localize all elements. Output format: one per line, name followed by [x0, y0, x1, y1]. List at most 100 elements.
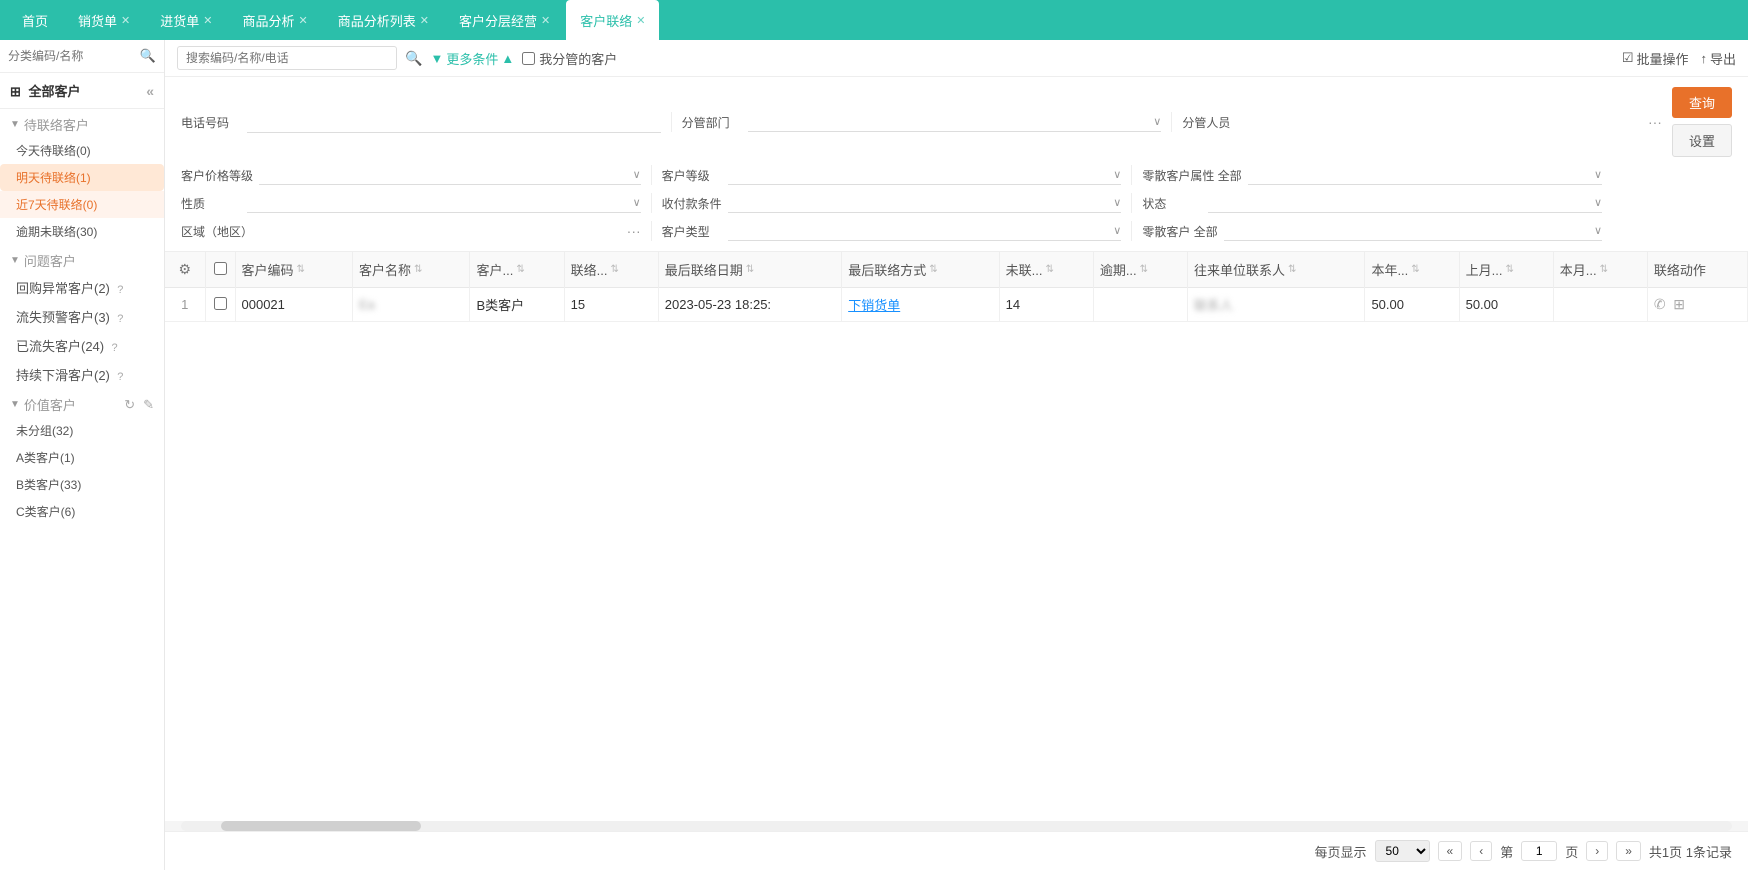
col-gear[interactable]: ⚙: [165, 252, 205, 288]
nav-product-analysis[interactable]: 商品分析 ✕: [228, 0, 321, 40]
sort-icon-overdue[interactable]: ⇅: [1140, 264, 1148, 275]
sort-icon-method[interactable]: ⇅: [929, 264, 937, 275]
sidebar-item-churn-warning[interactable]: 流失预警客户(3) ?: [0, 302, 164, 331]
col-uncontacted[interactable]: 未联... ⇅: [999, 252, 1093, 288]
cell-check[interactable]: [205, 288, 235, 322]
price-level-select[interactable]: ∨: [259, 165, 641, 185]
sidebar-item-overdue[interactable]: 逾期未联络(30): [0, 218, 164, 245]
person-dots[interactable]: ···: [1648, 114, 1662, 130]
checkbox-icon: ☑: [1622, 50, 1634, 66]
nav-sales[interactable]: 销货单 ✕: [64, 0, 144, 40]
sort-icon-date[interactable]: ⇅: [746, 264, 754, 275]
search-input[interactable]: [177, 46, 397, 70]
sort-icon-code[interactable]: ⇅: [297, 264, 305, 275]
sidebar-search-input[interactable]: [8, 49, 136, 63]
col-last-date[interactable]: 最后联络日期 ⇅: [658, 252, 841, 288]
cell-last-method[interactable]: 下销货单: [842, 288, 999, 322]
status-select[interactable]: ∨: [1208, 193, 1602, 213]
nav-customer-layering-close[interactable]: ✕: [541, 14, 550, 27]
prev-page-button[interactable]: ‹: [1470, 841, 1492, 861]
horizontal-scrollbar[interactable]: [181, 821, 1732, 831]
sidebar-item-declining[interactable]: 持续下滑客户(2) ?: [0, 360, 164, 389]
sidebar-item-ungrouped[interactable]: 未分组(32): [0, 417, 164, 444]
col-overdue[interactable]: 逾期... ⇅: [1093, 252, 1187, 288]
sidebar-item-7days[interactable]: 近7天待联络(0): [0, 191, 164, 218]
batch-ops-button[interactable]: ☑ 批量操作: [1622, 49, 1689, 68]
sort-icon-contacts2[interactable]: ⇅: [1288, 264, 1296, 275]
my-customers-checkbox[interactable]: [522, 52, 535, 65]
section-arrow-icon3: ▼: [10, 399, 20, 410]
customer-type-select[interactable]: ∨: [728, 221, 1122, 241]
first-page-button[interactable]: «: [1438, 841, 1463, 861]
filter-customer-level: 客户等级 ∨: [662, 165, 1122, 185]
last-page-button[interactable]: »: [1616, 841, 1641, 861]
nav-product-analysis-list[interactable]: 商品分析列表 ✕: [324, 0, 443, 40]
nav-customer-layering[interactable]: 客户分层经营 ✕: [445, 0, 564, 40]
sidebar-all-customers[interactable]: ⊞ 全部客户 «: [0, 73, 164, 109]
my-customers-checkbox-label[interactable]: 我分管的客户: [522, 49, 617, 68]
sort-icon-last-month[interactable]: ⇅: [1505, 264, 1513, 275]
row-checkbox[interactable]: [214, 297, 227, 310]
col-code[interactable]: 客户编码 ⇅: [235, 252, 352, 288]
more-conditions-button[interactable]: ▼ 更多条件 ▲: [430, 49, 514, 68]
phone-input[interactable]: [247, 112, 661, 133]
sidebar-collapse-icon[interactable]: «: [146, 83, 154, 99]
nav-purchase-close[interactable]: ✕: [203, 14, 212, 27]
dept-select[interactable]: ∨: [748, 112, 1162, 132]
payment-select[interactable]: ∨: [728, 193, 1122, 213]
nav-purchase[interactable]: 进货单 ✕: [146, 0, 226, 40]
col-contacts[interactable]: 联络... ⇅: [564, 252, 658, 288]
adv-filter-panel: 电话号码 分管部门 ∨ 分管人员 ··· 查询 设置: [165, 77, 1748, 252]
sidebar-search-icon[interactable]: 🔍: [140, 48, 156, 64]
nav-product-list-close[interactable]: ✕: [420, 14, 429, 27]
last-method-link[interactable]: 下销货单: [848, 298, 900, 313]
sort-icon-year[interactable]: ⇅: [1411, 264, 1419, 275]
sidebar-item-abnormal[interactable]: 回购异常客户(2) ?: [0, 273, 164, 302]
page-size-label: 每页显示: [1315, 842, 1367, 861]
call-action-icon[interactable]: ✆: [1654, 296, 1666, 312]
select-all-checkbox[interactable]: [214, 262, 227, 275]
nav-sales-close[interactable]: ✕: [121, 14, 130, 27]
settings-button[interactable]: 设置: [1672, 124, 1732, 157]
nav-product-analysis-close[interactable]: ✕: [299, 14, 308, 27]
page-number-input[interactable]: [1521, 841, 1557, 861]
filter-phone: 电话号码: [181, 112, 661, 133]
nav-home[interactable]: 首页: [8, 0, 62, 40]
col-this-year[interactable]: 本年... ⇅: [1365, 252, 1459, 288]
retail-attr-select[interactable]: ∨: [1248, 165, 1602, 185]
search-button[interactable]: 🔍: [405, 50, 422, 67]
col-this-month[interactable]: 本月... ⇅: [1553, 252, 1647, 288]
scrollbar-thumb[interactable]: [221, 821, 421, 831]
divider3: [651, 165, 652, 185]
nature-select[interactable]: ∨: [247, 193, 641, 213]
col-check[interactable]: [205, 252, 235, 288]
sort-icon-uncontacted[interactable]: ⇅: [1046, 264, 1054, 275]
sidebar-item-class-b[interactable]: B类客户(33): [0, 471, 164, 498]
col-last-method[interactable]: 最后联络方式 ⇅: [842, 252, 999, 288]
sort-icon-this-month[interactable]: ⇅: [1600, 264, 1608, 275]
col-contacts2[interactable]: 往来单位联系人 ⇅: [1187, 252, 1364, 288]
retail-customer-select[interactable]: ∨: [1224, 221, 1602, 241]
nav-customer-contact[interactable]: 客户联络 ✕: [566, 0, 659, 40]
query-button[interactable]: 查询: [1672, 87, 1732, 118]
sort-icon-name[interactable]: ⇅: [414, 264, 422, 275]
sort-icon-contacts[interactable]: ⇅: [610, 264, 618, 275]
sort-icon-type[interactable]: ⇅: [516, 264, 524, 275]
gear-icon[interactable]: ⚙: [178, 261, 191, 277]
sidebar-item-today[interactable]: 今天待联络(0): [0, 137, 164, 164]
page-size-select[interactable]: 50 20 100: [1375, 840, 1430, 862]
nav-customer-contact-close[interactable]: ✕: [636, 14, 645, 27]
sidebar-item-class-a[interactable]: A类客户(1): [0, 444, 164, 471]
sidebar-item-class-c[interactable]: C类客户(6): [0, 498, 164, 525]
grid-action-icon[interactable]: ⊞: [1673, 296, 1685, 312]
sidebar-item-tomorrow[interactable]: 明天待联络(1): [0, 164, 164, 191]
section-problem-customers: ▼ 问题客户: [0, 245, 164, 273]
export-button[interactable]: ↑ 导出: [1700, 49, 1736, 68]
col-name[interactable]: 客户名称 ⇅: [352, 252, 469, 288]
next-page-button[interactable]: ›: [1586, 841, 1608, 861]
customer-level-select[interactable]: ∨: [728, 165, 1122, 185]
col-last-month[interactable]: 上月... ⇅: [1459, 252, 1553, 288]
col-type[interactable]: 客户... ⇅: [470, 252, 564, 288]
sidebar-item-churned[interactable]: 已流失客户(24) ?: [0, 331, 164, 360]
region-dots[interactable]: ···: [627, 223, 641, 239]
